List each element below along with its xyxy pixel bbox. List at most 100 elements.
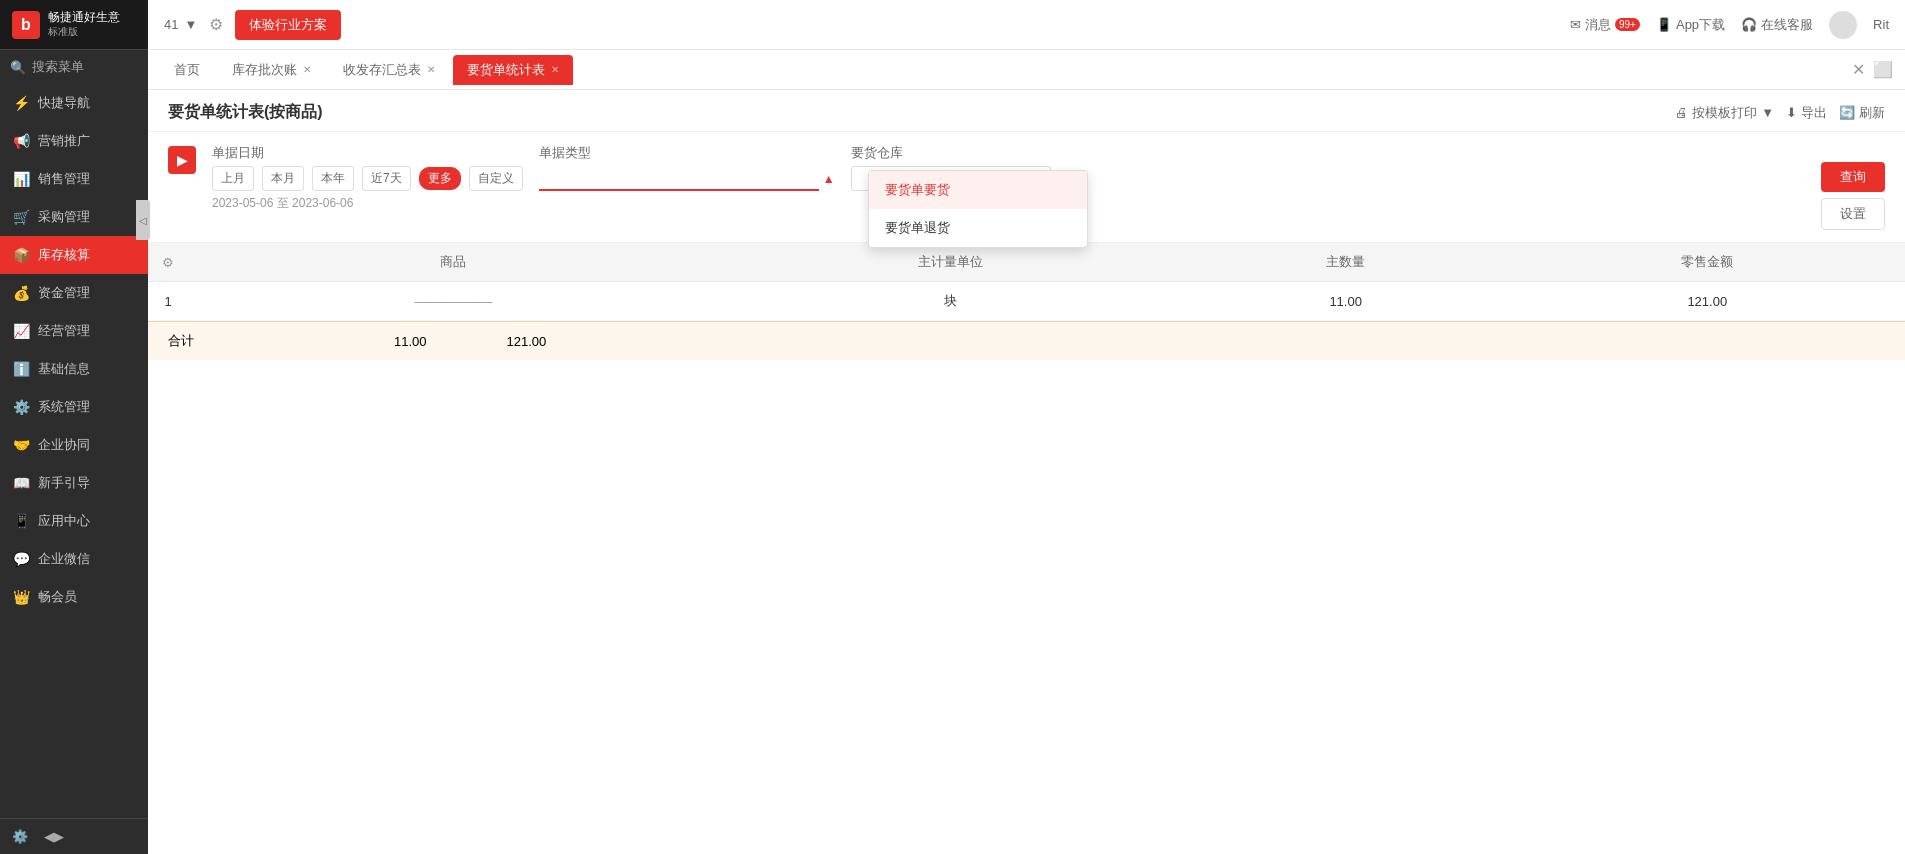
export-btn[interactable]: ⬇ 导出 (1786, 104, 1827, 122)
summary-amount: 121.00 (507, 334, 547, 349)
finance-icon: 💰 (12, 285, 30, 301)
tab-order-stats-close[interactable]: ✕ (551, 64, 559, 75)
tab-home-label: 首页 (174, 61, 200, 79)
user-avatar[interactable] (1829, 11, 1857, 39)
online-service-item[interactable]: 🎧 在线客服 (1741, 16, 1813, 34)
date-last-month-btn[interactable]: 上月 (212, 166, 254, 191)
app-download-label: App下载 (1676, 16, 1725, 34)
user-name: Rit (1873, 17, 1889, 32)
filter-settings-button[interactable]: 设置 (1821, 198, 1885, 230)
system-icon: ⚙️ (12, 399, 30, 415)
app-download-item[interactable]: 📱 App下载 (1656, 16, 1725, 34)
type-filter-input[interactable] (539, 166, 819, 191)
table-settings-col: ⚙ (148, 243, 188, 282)
row-product: —————— (188, 282, 719, 321)
expand-filter-btn[interactable]: ▶ (168, 146, 196, 174)
sidebar-item-guide[interactable]: 📖 新手引导 (0, 464, 148, 502)
logo-icon: b (12, 11, 40, 39)
tab-summary[interactable]: 收发存汇总表 ✕ (329, 55, 449, 85)
date-more-btn[interactable]: 更多 (419, 167, 461, 190)
table-settings-icon[interactable]: ⚙ (162, 255, 174, 270)
sidebar-item-wechat[interactable]: 💬 企业微信 (0, 540, 148, 578)
sidebar: b 畅捷通好生意 标准版 🔍 搜索菜单 ⚡ 快捷导航 📢 营销推广 📊 销售管理… (0, 0, 148, 854)
page-content: 要货单统计表(按商品) 🖨 按模板打印 ▼ ⬇ 导出 🔄 刷新 ▶ (148, 90, 1905, 854)
sidebar-item-member[interactable]: 👑 畅会员 (0, 578, 148, 616)
date-7days-btn[interactable]: 近7天 (362, 166, 411, 191)
tab-inventory-batch[interactable]: 库存批次账 ✕ (218, 55, 325, 85)
tab-inventory-batch-close[interactable]: ✕ (303, 64, 311, 75)
app-version: 标准版 (48, 25, 120, 39)
sidebar-collapse-icon[interactable]: ◀▶ (44, 829, 64, 844)
dropdown-item-order[interactable]: 要货单要货 (869, 171, 1087, 209)
tab-order-stats[interactable]: 要货单统计表 ✕ (453, 55, 573, 85)
sidebar-item-inventory[interactable]: 📦 库存核算 (0, 236, 148, 274)
phone-icon: 📱 (1656, 17, 1672, 32)
inventory-icon: 📦 (12, 247, 30, 263)
sidebar-item-marketing[interactable]: 📢 营销推广 (0, 122, 148, 160)
col-product: 商品 (188, 243, 719, 282)
date-this-month-btn[interactable]: 本月 (262, 166, 304, 191)
base-icon: ℹ️ (12, 361, 30, 377)
notification-item[interactable]: ✉ 消息 99+ (1570, 16, 1640, 34)
guide-icon: 📖 (12, 475, 30, 491)
notification-label: 消息 (1585, 16, 1611, 34)
page-title-bar: 要货单统计表(按商品) 🖨 按模板打印 ▼ ⬇ 导出 🔄 刷新 (148, 90, 1905, 132)
sidebar-item-operations[interactable]: 📈 经营管理 (0, 312, 148, 350)
sidebar-item-purchase[interactable]: 🛒 采购管理 (0, 198, 148, 236)
row-amount: 121.00 (1510, 282, 1905, 321)
sidebar-item-finance[interactable]: 💰 资金管理 (0, 274, 148, 312)
date-filter-group: 单据日期 上月 本月 本年 近7天 更多 自定义 2023-05-06 至 20… (212, 144, 523, 212)
row-quantity: 11.00 (1182, 282, 1510, 321)
company-name: 畅捷通好生意 (48, 10, 120, 26)
dropdown-item-return[interactable]: 要货单退货 (869, 209, 1087, 247)
data-table: ⚙ 商品 主计量单位 主数量 零售金额 1 —————— 块 (148, 243, 1905, 321)
sidebar-settings-icon[interactable]: ⚙️ (12, 829, 28, 844)
type-filter-group: 单据类型 ▲ (539, 144, 835, 191)
date-this-year-btn[interactable]: 本年 (312, 166, 354, 191)
print-dropdown-icon: ▼ (1761, 105, 1774, 120)
online-service-label: 在线客服 (1761, 16, 1813, 34)
search-icon: 🔍 (10, 60, 26, 75)
store-name: 41 (164, 17, 178, 32)
sidebar-item-quicknav[interactable]: ⚡ 快捷导航 (0, 84, 148, 122)
enterprise-icon: 🤝 (12, 437, 30, 453)
maximize-icon[interactable]: ⬜ (1873, 60, 1893, 79)
operations-icon: 📈 (12, 323, 30, 339)
refresh-icon: 🔄 (1839, 105, 1855, 120)
refresh-btn[interactable]: 🔄 刷新 (1839, 104, 1885, 122)
sidebar-item-base[interactable]: ℹ️ 基础信息 (0, 350, 148, 388)
store-selector[interactable]: 41 ▼ (164, 17, 197, 32)
query-button[interactable]: 查询 (1821, 162, 1885, 192)
type-dropdown-menu: 要货单要货 要货单退货 (868, 170, 1088, 248)
main-area: 41 ▼ ⚙ 体验行业方案 ✉ 消息 99+ 📱 App下载 🎧 在线客服 Ri… (148, 0, 1905, 854)
tab-order-stats-label: 要货单统计表 (467, 61, 545, 79)
row-unit: 块 (719, 282, 1182, 321)
type-dropdown-up-icon[interactable]: ▲ (823, 172, 835, 186)
summary-label: 合计 (168, 332, 194, 350)
sidebar-item-enterprise[interactable]: 🤝 企业协同 (0, 426, 148, 464)
tab-home[interactable]: 首页 (160, 55, 214, 85)
sidebar-item-sales[interactable]: 📊 销售管理 (0, 160, 148, 198)
quicknav-icon: ⚡ (12, 95, 30, 111)
header-settings-icon[interactable]: ⚙ (209, 15, 223, 34)
date-range-text: 2023-05-06 至 2023-06-06 (212, 195, 523, 212)
sidebar-item-system[interactable]: ⚙️ 系统管理 (0, 388, 148, 426)
close-all-icon[interactable]: ✕ (1852, 60, 1865, 79)
sales-icon: 📊 (12, 171, 30, 187)
wechat-icon: 💬 (12, 551, 30, 567)
date-custom-btn[interactable]: 自定义 (469, 166, 523, 191)
col-unit: 主计量单位 (719, 243, 1182, 282)
message-icon: ✉ (1570, 17, 1581, 32)
warehouse-filter-label: 要货仓库 (851, 144, 1072, 162)
trial-button[interactable]: 体验行业方案 (235, 10, 341, 40)
member-icon: 👑 (12, 589, 30, 605)
sidebar-item-apps[interactable]: 📱 应用中心 (0, 502, 148, 540)
sidebar-search[interactable]: 🔍 搜索菜单 (0, 50, 148, 84)
purchase-icon: 🛒 (12, 209, 30, 225)
col-quantity: 主数量 (1182, 243, 1510, 282)
sidebar-collapse-btn[interactable]: ◁ (136, 200, 150, 240)
print-icon: 🖨 (1675, 105, 1688, 120)
tab-summary-close[interactable]: ✕ (427, 64, 435, 75)
page-title: 要货单统计表(按商品) (168, 102, 323, 123)
print-btn[interactable]: 🖨 按模板打印 ▼ (1675, 104, 1774, 122)
